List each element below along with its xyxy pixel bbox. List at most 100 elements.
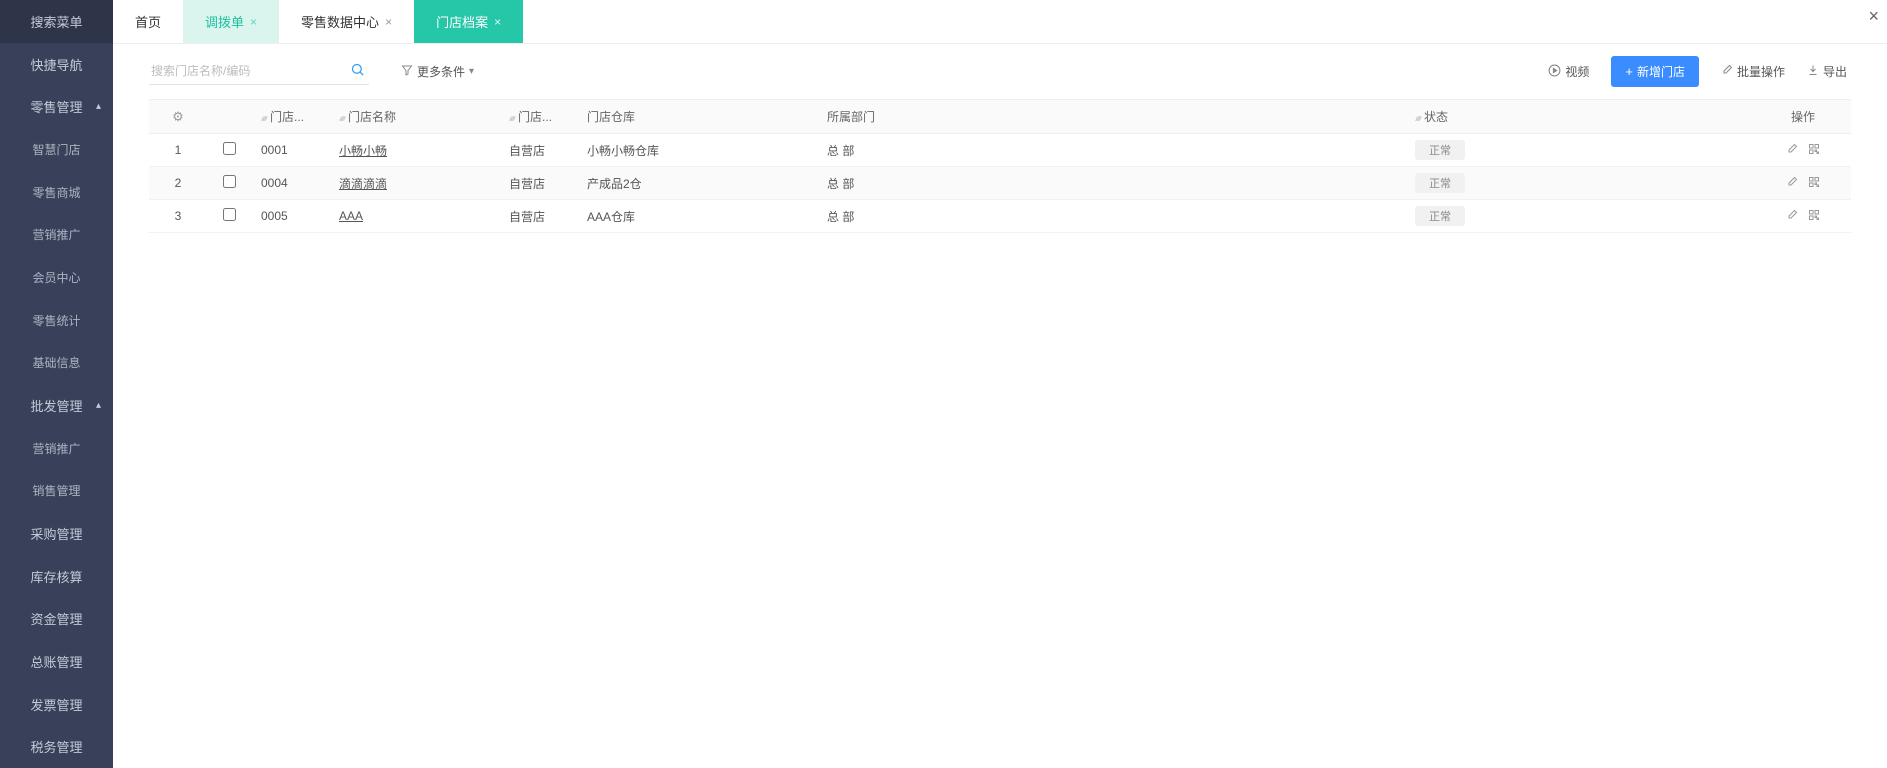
tab-0[interactable]: 首页 [113, 0, 183, 43]
gear-icon: ⚙ [172, 109, 184, 124]
status-badge: 正常 [1415, 173, 1465, 193]
sidebar-item-0[interactable]: 搜索菜单 [0, 0, 113, 43]
row-index: 3 [149, 200, 207, 233]
batch-ops-button[interactable]: 批量操作 [1721, 63, 1785, 80]
tab-close-icon[interactable]: × [494, 15, 501, 29]
qrcode-icon[interactable] [1808, 144, 1820, 158]
cell-ops [1755, 200, 1851, 233]
sidebar-item-10[interactable]: 营销推广 [0, 427, 113, 470]
sidebar-item-label: 采购管理 [30, 524, 82, 543]
cell-name: 小畅小畅 [329, 134, 499, 167]
table-row: 20004滴滴滴滴自营店产成品2仓总 部正常 [149, 167, 1851, 200]
cell-code: 0004 [251, 167, 329, 200]
column-settings[interactable]: ⚙ [149, 100, 207, 134]
sidebar-item-11[interactable]: 销售管理 [0, 469, 113, 512]
sidebar-item-15[interactable]: 总账管理 [0, 640, 113, 683]
sidebar-item-9[interactable]: 批发管理▴ [0, 384, 113, 427]
column-ops: 操作 [1755, 100, 1851, 134]
sidebar-item-2[interactable]: 零售管理▴ [0, 85, 113, 128]
sidebar-item-14[interactable]: 资金管理 [0, 597, 113, 640]
search-field [149, 58, 369, 85]
column-store-code[interactable]: ▴▾门店... [251, 100, 329, 134]
sidebar-item-6[interactable]: 会员中心 [0, 256, 113, 299]
store-name-link[interactable]: 滴滴滴滴 [339, 177, 387, 191]
sidebar-item-16[interactable]: 发票管理 [0, 683, 113, 726]
qrcode-icon[interactable] [1808, 210, 1820, 224]
more-filters-button[interactable]: 更多条件 ▾ [401, 63, 474, 80]
row-checkbox-cell [207, 134, 251, 167]
sidebar-item-13[interactable]: 库存核算 [0, 555, 113, 598]
tab-close-icon[interactable]: × [385, 15, 392, 29]
search-input[interactable] [149, 58, 369, 85]
sidebar-item-label: 税务管理 [30, 737, 82, 756]
search-icon[interactable] [350, 62, 365, 80]
more-filters-label: 更多条件 [417, 63, 465, 80]
tab-1[interactable]: 调拨单 × [183, 0, 279, 43]
status-badge: 正常 [1415, 206, 1465, 226]
table-row: 30005AAA自营店AAA仓库总 部正常 [149, 200, 1851, 233]
sidebar-item-label: 总账管理 [30, 652, 82, 671]
funnel-icon [401, 64, 413, 79]
tab-bar: 首页 调拨单 × 零售数据中心 × 门店档案 × [113, 0, 1887, 44]
export-icon [1807, 64, 1819, 79]
stores-table: ⚙ ▴▾门店... ▴▾门店名称 ▴▾门店... 门店仓库 所属部门 ▴▾状态 … [149, 99, 1851, 233]
sidebar-item-4[interactable]: 零售商城 [0, 171, 113, 214]
sort-icon: ▴▾ [509, 113, 514, 123]
sidebar-item-label: 零售管理 [30, 97, 82, 116]
row-checkbox[interactable] [223, 142, 236, 155]
sidebar-item-label: 零售商城 [32, 184, 80, 201]
tab-2[interactable]: 零售数据中心 × [279, 0, 414, 43]
video-button[interactable]: 视频 [1548, 63, 1589, 80]
row-checkbox-cell [207, 167, 251, 200]
sidebar-item-17[interactable]: 税务管理 [0, 725, 113, 768]
sidebar-item-8[interactable]: 基础信息 [0, 341, 113, 384]
cell-dept: 总 部 [817, 167, 1405, 200]
store-name-link[interactable]: AAA [339, 209, 363, 223]
sidebar-item-5[interactable]: 营销推广 [0, 213, 113, 256]
sidebar-item-label: 发票管理 [30, 695, 82, 714]
table-header-row: ⚙ ▴▾门店... ▴▾门店名称 ▴▾门店... 门店仓库 所属部门 ▴▾状态 … [149, 100, 1851, 134]
sidebar-item-label: 快捷导航 [30, 55, 82, 74]
cell-status: 正常 [1405, 200, 1755, 233]
cell-type: 自营店 [499, 167, 577, 200]
cell-code: 0001 [251, 134, 329, 167]
sidebar-item-7[interactable]: 零售统计 [0, 299, 113, 342]
sidebar-item-label: 营销推广 [32, 440, 80, 457]
edit-icon [1721, 64, 1733, 79]
sidebar-item-label: 会员中心 [32, 269, 80, 286]
edit-row-icon[interactable] [1786, 177, 1798, 191]
plus-icon: + [1625, 64, 1633, 79]
cell-warehouse: 产成品2仓 [577, 167, 817, 200]
add-store-button[interactable]: + 新增门店 [1611, 56, 1699, 87]
export-button[interactable]: 导出 [1807, 63, 1847, 80]
sidebar-item-12[interactable]: 采购管理 [0, 512, 113, 555]
sidebar-item-label: 销售管理 [32, 482, 80, 499]
sidebar-item-3[interactable]: 智慧门店 [0, 128, 113, 171]
tab-label: 调拨单 [205, 12, 244, 31]
column-store-type[interactable]: ▴▾门店... [499, 100, 577, 134]
tab-label: 门店档案 [436, 12, 488, 31]
cell-name: 滴滴滴滴 [329, 167, 499, 200]
sidebar-item-1[interactable]: 快捷导航 [0, 43, 113, 86]
column-status[interactable]: ▴▾状态 [1405, 100, 1755, 134]
close-icon[interactable]: × [1868, 6, 1879, 27]
edit-row-icon[interactable] [1786, 144, 1798, 158]
store-name-link[interactable]: 小畅小畅 [339, 144, 387, 158]
row-checkbox-cell [207, 200, 251, 233]
status-badge: 正常 [1415, 140, 1465, 160]
add-store-label: 新增门店 [1637, 63, 1685, 80]
column-dept: 所属部门 [817, 100, 1405, 134]
edit-row-icon[interactable] [1786, 210, 1798, 224]
cell-dept: 总 部 [817, 200, 1405, 233]
cell-status: 正常 [1405, 134, 1755, 167]
tab-label: 零售数据中心 [301, 12, 379, 31]
video-label: 视频 [1565, 63, 1589, 80]
column-store-name[interactable]: ▴▾门店名称 [329, 100, 499, 134]
row-checkbox[interactable] [223, 208, 236, 221]
tab-3[interactable]: 门店档案 × [414, 0, 523, 43]
qrcode-icon[interactable] [1808, 177, 1820, 191]
row-checkbox[interactable] [223, 175, 236, 188]
tab-close-icon[interactable]: × [250, 15, 257, 29]
cell-type: 自营店 [499, 200, 577, 233]
table-row: 10001小畅小畅自营店小畅小畅仓库总 部正常 [149, 134, 1851, 167]
